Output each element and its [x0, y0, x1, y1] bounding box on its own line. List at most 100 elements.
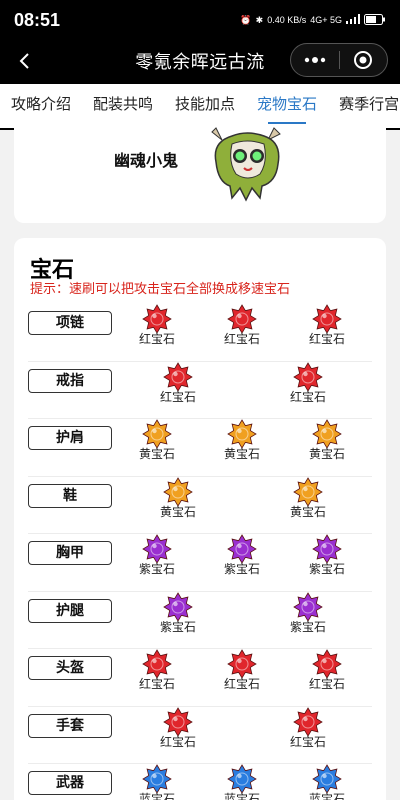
gem-item: 黄宝石 [302, 419, 352, 461]
gem-item: 紫宝石 [153, 591, 203, 634]
gem-item: 紫宝石 [283, 591, 333, 634]
chevron-left-icon [19, 53, 29, 69]
gem-item: 蓝宝石 [302, 764, 352, 800]
gem-icon [217, 764, 267, 794]
equipment-slot-label: 胸甲 [28, 541, 112, 565]
close-program-button[interactable] [340, 44, 388, 76]
gems-tip: 提示：速刷可以把攻击宝石全部换成移速宝石 [30, 281, 291, 296]
gem-row: 项链红宝石 红宝石 红宝石 [28, 304, 372, 362]
status-bar: 08:51 ⏰ ✱ 0.40 KB/s 4G+ 5G [0, 0, 400, 40]
gem-label: 红宝石 [138, 332, 175, 346]
gem-item: 蓝宝石 [217, 764, 267, 800]
gem-label: 红宝石 [308, 677, 345, 691]
gems-card: 宝石 提示：速刷可以把攻击宝石全部换成移速宝石 项链 红宝石 红宝石 红宝石 戒指 红宝石… [14, 238, 386, 800]
gem-label: 蓝宝石 [223, 792, 260, 800]
mini-program-capsule [290, 43, 388, 77]
gem-item: 紫宝石 [132, 534, 182, 576]
target-circle-icon [354, 51, 373, 69]
gem-item: 红宝石 [302, 649, 352, 691]
gem-label: 蓝宝石 [138, 792, 175, 800]
gem-icon [283, 476, 333, 507]
gem-item: 紫宝石 [217, 534, 267, 576]
equipment-slot-label: 护肩 [28, 426, 112, 450]
more-button[interactable] [291, 44, 339, 76]
equipment-slot-label: 护腿 [28, 598, 112, 623]
gem-row: 头盔 红宝石 红宝石 红宝石 [28, 649, 372, 707]
tab-guide-intro[interactable]: 攻略介绍 [0, 84, 82, 128]
gem-icon [132, 649, 182, 679]
gem-item: 黄宝石 [132, 419, 182, 461]
gem-label: 黄宝石 [289, 504, 326, 519]
gem-icon [153, 476, 203, 507]
gem-item: 蓝宝石 [132, 764, 182, 800]
gem-icon [302, 764, 352, 794]
tab-season-palace[interactable]: 赛季行宫 [328, 84, 400, 128]
gem-rows: 项链 红宝石 红宝石 红宝石 戒指 红宝石 红宝石 护肩 黄宝石 黄宝石 黄宝石鞋黄宝石 黄宝石 胸甲紫… [14, 304, 386, 800]
gem-icon [302, 649, 352, 679]
gem-icon [132, 304, 182, 334]
signal-icon [346, 14, 360, 26]
equipment-slot-label: 项链 [28, 311, 112, 335]
gem-row: 护腿紫宝石 紫宝石 [28, 591, 372, 649]
gem-icon [302, 419, 352, 449]
gem-row: 戒指红宝石 红宝石 [28, 361, 372, 419]
gem-item: 紫宝石 [302, 534, 352, 576]
network-label: 4G+ 5G [310, 15, 342, 25]
tab-bar: 攻略介绍 配装共鸣 技能加点 宠物宝石 赛季行宫 [0, 84, 400, 128]
net-speed: 0.40 KB/s [267, 15, 307, 25]
gem-label: 黄宝石 [223, 447, 260, 461]
gem-label: 紫宝石 [223, 562, 260, 576]
gem-label: 黄宝石 [308, 447, 345, 461]
gem-icon [217, 649, 267, 679]
gem-item: 红宝石 [283, 361, 333, 404]
gem-label: 红宝石 [159, 389, 196, 404]
gem-label: 蓝宝石 [308, 792, 345, 800]
gem-icon [153, 591, 203, 622]
gem-item: 黄宝石 [283, 476, 333, 519]
gem-item: 红宝石 [132, 304, 182, 346]
gem-icon [217, 534, 267, 564]
equipment-slot-label: 戒指 [28, 368, 112, 393]
gem-label: 红宝石 [223, 332, 260, 346]
gem-row: 胸甲 紫宝石 紫宝石 紫宝石 [28, 534, 372, 592]
pet-card: 幽魂小鬼 [14, 127, 386, 223]
gem-label: 红宝石 [308, 332, 345, 346]
alarm-icon: ⏰ [240, 14, 252, 25]
gem-item: 红宝石 [217, 649, 267, 691]
gem-item: 红宝石 [153, 361, 203, 404]
gem-row: 鞋黄宝石 黄宝石 [28, 476, 372, 534]
navbar: 零氪余晖远古流 [0, 40, 400, 82]
gem-label: 红宝石 [138, 677, 175, 691]
gem-icon [217, 304, 267, 334]
gem-icon [283, 706, 333, 737]
gem-label: 紫宝石 [289, 619, 326, 634]
tab-gear-resonance[interactable]: 配装共鸣 [82, 84, 164, 128]
gem-label: 紫宝石 [308, 562, 345, 576]
gem-row: 手套 红宝石 红宝石 [28, 706, 372, 764]
gem-label: 红宝石 [159, 734, 196, 749]
equipment-slot-label: 武器 [28, 771, 112, 795]
gem-icon [283, 361, 333, 392]
gem-icon [302, 534, 352, 564]
gem-icon [132, 764, 182, 794]
gem-item: 红宝石 [283, 706, 333, 749]
battery-icon [364, 13, 386, 27]
gem-icon [153, 361, 203, 392]
gem-icon [132, 534, 182, 564]
gem-label: 红宝石 [289, 389, 326, 404]
back-button[interactable] [12, 48, 38, 74]
gem-label: 紫宝石 [159, 619, 196, 634]
status-icons: ⏰ ✱ 0.40 KB/s 4G+ 5G [240, 13, 386, 27]
equipment-slot-label: 手套 [28, 713, 112, 738]
ghost-imp-pet-image [211, 127, 281, 202]
gem-icon [302, 304, 352, 334]
equipment-slot-label: 头盔 [28, 656, 112, 680]
gem-item: 黄宝石 [153, 476, 203, 519]
gem-item: 红宝石 [153, 706, 203, 749]
gem-row: 护肩 黄宝石 黄宝石 黄宝石 [28, 419, 372, 477]
gem-item: 红宝石 [132, 649, 182, 691]
gem-item: 红宝石 [302, 304, 352, 346]
pet-name: 幽魂小鬼 [114, 153, 179, 170]
gem-icon [153, 706, 203, 737]
bluetooth-icon: ✱ [255, 14, 264, 25]
